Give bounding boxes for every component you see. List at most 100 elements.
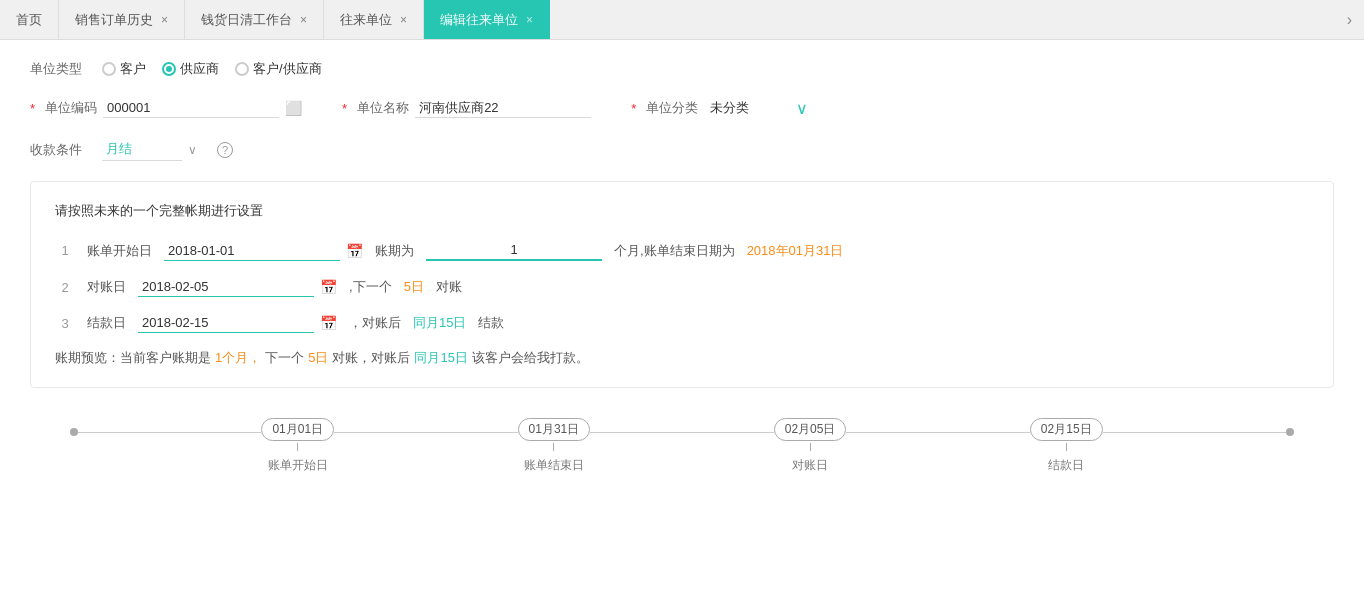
help-icon[interactable]: ? <box>217 142 233 158</box>
timeline-badge-4: 02月15日 <box>1030 418 1103 441</box>
unit-code-required: * <box>30 101 35 116</box>
tab-cash-work[interactable]: 钱货日清工作台 × <box>185 0 324 40</box>
radio-circle-both <box>235 62 249 76</box>
unit-name-required: * <box>342 101 347 116</box>
preview-row: 账期预览：当前客户账期是 1个月， 下一个 5日 对账，对账后 同月15日 该客… <box>55 349 1309 367</box>
timeline-segment-4 <box>846 432 1029 433</box>
category-chevron-icon[interactable]: ∨ <box>796 99 808 118</box>
timeline-badge-2: 01月31日 <box>518 418 591 441</box>
unit-name-input[interactable] <box>415 98 591 118</box>
preview-prefix: 账期预览：当前客户账期是 <box>55 349 211 367</box>
payment-prefix: ，对账后 <box>349 314 401 332</box>
payment-date-input[interactable] <box>138 313 314 333</box>
radio-label-both: 客户/供应商 <box>253 60 322 78</box>
payment-suffix: 结款 <box>478 314 504 332</box>
radio-both[interactable]: 客户/供应商 <box>235 60 322 78</box>
unit-type-label: 单位类型 <box>30 60 82 78</box>
period-label: 账期为 <box>375 242 414 260</box>
reconcile-suffix: 对账 <box>436 278 462 296</box>
unit-category-value: 未分类 <box>710 99 790 117</box>
payment-chevron-icon: ∨ <box>188 143 197 157</box>
payment-terms-row: 收款条件 月结 ∨ ? <box>30 138 1334 161</box>
timeline-tick-4 <box>1066 443 1067 451</box>
close-counterpart[interactable]: × <box>400 13 407 27</box>
unit-code-group: * 单位编码 ⬜ <box>30 98 302 118</box>
timeline-label-1: 账单开始日 <box>268 457 328 474</box>
timeline-segment-5 <box>1103 432 1286 433</box>
close-cash-work[interactable]: × <box>300 13 307 27</box>
calendar-icon-2[interactable]: 📅 <box>320 279 337 295</box>
unit-code-input[interactable] <box>103 98 279 118</box>
radio-circle-supplier <box>162 62 176 76</box>
setting-section: 请按照未来的一个完整帐期进行设置 1 账单开始日 📅 账期为 个月,账单结束日期… <box>30 181 1334 388</box>
timeline-end-dot <box>1286 428 1294 436</box>
payment-terms-label: 收款条件 <box>30 141 82 159</box>
period-unit-text: 个月,账单结束日期为 <box>614 242 735 260</box>
tab-home[interactable]: 首页 <box>0 0 59 40</box>
unit-name-group: * 单位名称 <box>342 98 591 118</box>
calendar-icon-3[interactable]: 📅 <box>320 315 337 331</box>
unit-category-group: * 单位分类 未分类 ∨ <box>631 99 808 118</box>
more-tabs-button[interactable]: › <box>1335 11 1364 29</box>
radio-customer[interactable]: 客户 <box>102 60 146 78</box>
timeline-point-1: 01月01日 账单开始日 <box>261 418 334 474</box>
timeline-start-dot <box>70 428 78 436</box>
unit-name-label: 单位名称 <box>357 99 409 117</box>
date-group-1: 📅 <box>164 241 363 261</box>
period-input[interactable] <box>426 240 602 261</box>
tab-sales-history[interactable]: 销售订单历史 × <box>59 0 185 40</box>
timeline-segment-1 <box>78 432 261 433</box>
row-label-2: 对账日 <box>87 278 126 296</box>
preview-text2: 对账，对账后 <box>332 349 410 367</box>
unit-type-row: 单位类型 客户 供应商 客户/供应商 <box>30 60 1334 78</box>
payment-highlight: 同月15日 <box>413 314 466 332</box>
main-content: 单位类型 客户 供应商 客户/供应商 * 单位编码 ⬜ * 单位名称 <box>0 40 1364 608</box>
preview-highlight3: 同月15日 <box>414 349 467 367</box>
radio-circle-customer <box>102 62 116 76</box>
timeline-segment-2 <box>334 432 517 433</box>
row-label-1: 账单开始日 <box>87 242 152 260</box>
calendar-icon-1[interactable]: 📅 <box>346 243 363 259</box>
radio-label-supplier: 供应商 <box>180 60 219 78</box>
timeline-label-3: 对账日 <box>792 457 828 474</box>
reconcile-highlight: 5日 <box>404 278 424 296</box>
timeline-point-4: 02月15日 结款日 <box>1030 418 1103 474</box>
timeline-label-4: 结款日 <box>1048 457 1084 474</box>
reconcile-date-input[interactable] <box>138 277 314 297</box>
section-title: 请按照未来的一个完整帐期进行设置 <box>55 202 1309 220</box>
date-group-2: 📅 <box>138 277 337 297</box>
close-sales-history[interactable]: × <box>161 13 168 27</box>
timeline-segment-3 <box>590 432 773 433</box>
copy-icon[interactable]: ⬜ <box>285 100 302 116</box>
timeline-badge-3: 02月05日 <box>774 418 847 441</box>
row-num-1: 1 <box>55 243 75 258</box>
row-num-3: 3 <box>55 316 75 331</box>
tab-edit-counterpart[interactable]: 编辑往来单位 × <box>424 0 550 40</box>
timeline-track: 01月01日 账单开始日 01月31日 账单结束日 02月05日 对账日 0 <box>50 418 1314 474</box>
unit-type-radio-group: 客户 供应商 客户/供应商 <box>102 60 322 78</box>
tab-counterpart[interactable]: 往来单位 × <box>324 0 424 40</box>
timeline-label-2: 账单结束日 <box>524 457 584 474</box>
reconcile-prefix: ,下一个 <box>349 278 392 296</box>
setting-row-3: 3 结款日 📅 ，对账后 同月15日 结款 <box>55 313 1309 333</box>
timeline-tick-1 <box>297 443 298 451</box>
close-edit-counterpart[interactable]: × <box>526 13 533 27</box>
unit-category-required: * <box>631 101 636 116</box>
row-num-2: 2 <box>55 280 75 295</box>
start-date-input[interactable] <box>164 241 340 261</box>
payment-terms-value: 月结 <box>102 138 182 161</box>
radio-supplier[interactable]: 供应商 <box>162 60 219 78</box>
timeline-tick-3 <box>810 443 811 451</box>
setting-row-2: 2 对账日 📅 ,下一个 5日 对账 <box>55 277 1309 297</box>
timeline-container: 01月01日 账单开始日 01月31日 账单结束日 02月05日 对账日 0 <box>30 408 1334 494</box>
preview-highlight1: 1个月， <box>215 349 261 367</box>
setting-row-1: 1 账单开始日 📅 账期为 个月,账单结束日期为 2018年01月31日 <box>55 240 1309 261</box>
period-end-date: 2018年01月31日 <box>747 242 844 260</box>
unit-code-label: 单位编码 <box>45 99 97 117</box>
timeline-point-3: 02月05日 对账日 <box>774 418 847 474</box>
payment-terms-select[interactable]: 月结 ∨ <box>102 138 197 161</box>
radio-label-customer: 客户 <box>120 60 146 78</box>
timeline-tick-2 <box>553 443 554 451</box>
timeline-point-2: 01月31日 账单结束日 <box>518 418 591 474</box>
unit-category-label: 单位分类 <box>646 99 698 117</box>
